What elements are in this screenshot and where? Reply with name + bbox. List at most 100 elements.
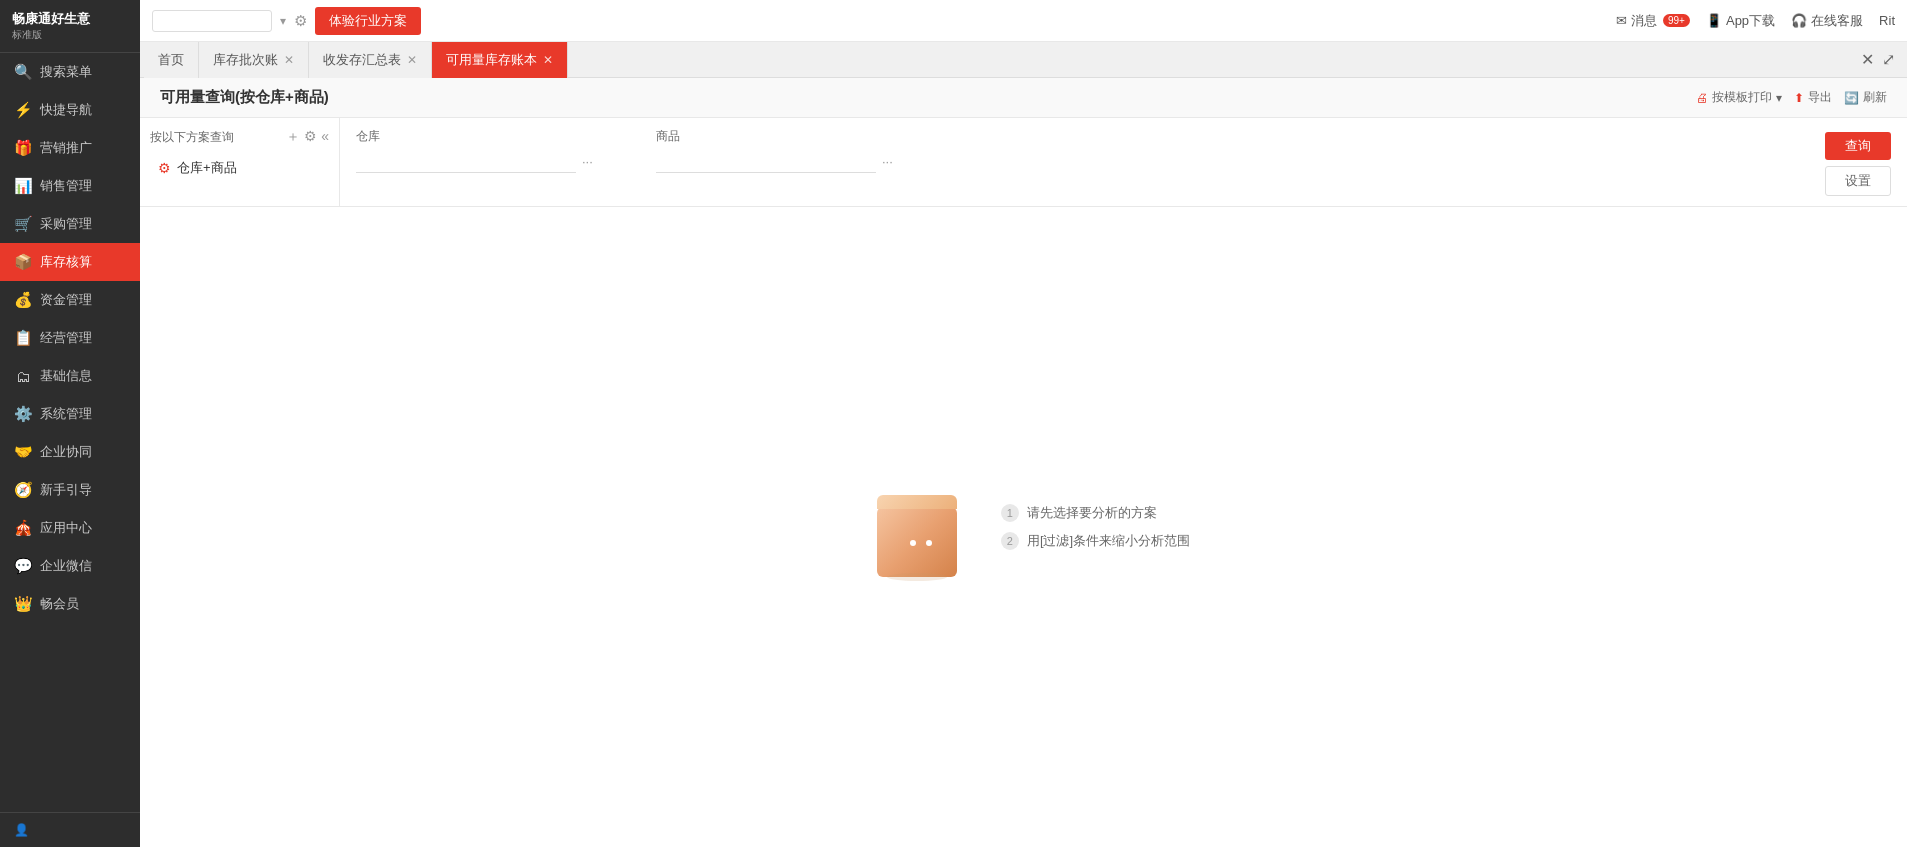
sidebar-logo: 畅康通好生意 标准版 — [0, 0, 140, 53]
tab-home[interactable]: 首页 — [144, 42, 199, 78]
query-scheme-title: 按以下方案查询 — [150, 129, 234, 146]
sidebar-item-app_center[interactable]: 🎪应用中心 — [0, 509, 140, 547]
tab-label-batch_account: 库存批次账 — [213, 51, 278, 69]
sidebar-enterprise-label: 企业协同 — [40, 443, 92, 461]
export-label: 导出 — [1808, 89, 1832, 106]
online-service-button[interactable]: 🎧 在线客服 — [1791, 12, 1863, 30]
sidebar-wechat_biz-icon: 💬 — [14, 557, 32, 575]
tabs-right-actions: ✕ ⤢ — [1861, 50, 1903, 69]
sidebar-inventory-icon: 📦 — [14, 253, 32, 271]
sidebar-item-wechat_biz[interactable]: 💬 企业微信 — [0, 547, 140, 585]
sidebar-app_center-label: 应用中心 — [40, 519, 92, 537]
goods-more-icon[interactable]: ··· — [882, 154, 893, 169]
page-title: 可用量查询(按仓库+商品) — [160, 88, 329, 107]
sidebar-sys_mgmt-label: 系统管理 — [40, 405, 92, 423]
add-scheme-icon[interactable]: ＋ — [286, 128, 300, 146]
print-button[interactable]: 🖨 按模板打印 ▾ — [1696, 89, 1782, 106]
refresh-button[interactable]: 🔄 刷新 — [1844, 89, 1887, 106]
tab-batch_account[interactable]: 库存批次账 ✕ — [199, 42, 309, 78]
goods-input-row: ··· — [656, 149, 936, 173]
sidebar-enterprise-icon: 🤝 — [14, 443, 32, 461]
settings-scheme-icon[interactable]: ⚙ — [304, 128, 317, 146]
sidebar-base_info-icon: 🗂 — [14, 368, 32, 385]
topbar-chevron-icon[interactable]: ▾ — [280, 14, 286, 28]
sidebar-marketing_promo-icon: 🎁 — [14, 139, 32, 157]
sidebar-item-shortcut[interactable]: ⚡快捷导航 — [0, 91, 140, 129]
collapse-scheme-icon[interactable]: « — [321, 128, 329, 146]
empty-hints: 1 请先选择要分析的方案 2 用[过滤]条件来缩小分析范围 — [1001, 504, 1190, 550]
maximize-button[interactable]: ⤢ — [1882, 50, 1895, 69]
industry-solution-button[interactable]: 体验行业方案 — [315, 7, 421, 35]
tab-close-collect_summary[interactable]: ✕ — [407, 53, 417, 67]
sidebar-item-vip[interactable]: 👑畅会员 — [0, 585, 140, 623]
tab-label-available_ledger: 可用量库存账本 — [446, 51, 537, 69]
topbar-gear-icon[interactable]: ⚙ — [294, 12, 307, 30]
sidebar-operations-label: 经营管理 — [40, 329, 92, 347]
goods-filter-field: 商品 ··· — [656, 128, 936, 173]
sidebar-shortcut-icon: ⚡ — [14, 101, 32, 119]
warehouse-more-icon[interactable]: ··· — [582, 154, 593, 169]
sidebar-vip-icon: 👑 — [14, 595, 32, 613]
sidebar-operations-icon: 📋 — [14, 329, 32, 347]
hint-text-1: 请先选择要分析的方案 — [1027, 504, 1157, 522]
print-chevron-icon: ▾ — [1776, 91, 1782, 105]
refresh-icon: 🔄 — [1844, 91, 1859, 105]
scheme-warehouse-goods[interactable]: ⚙ 仓库+商品 — [150, 154, 329, 182]
refresh-label: 刷新 — [1863, 89, 1887, 106]
topbar-search-input[interactable] — [152, 10, 272, 32]
hint-text-2: 用[过滤]条件来缩小分析范围 — [1027, 532, 1190, 550]
tab-close-available_ledger[interactable]: ✕ — [543, 53, 553, 67]
sidebar: 畅康通好生意 标准版 🔍 搜索菜单 ⚡快捷导航🎁营销推广 📊 销售管理 🛒采购管理📦库存核… — [0, 0, 140, 847]
headset-icon: 🎧 — [1791, 13, 1807, 28]
tab-available_ledger[interactable]: 可用量库存账本 ✕ — [432, 42, 568, 78]
left-eye — [910, 540, 916, 546]
sidebar-sales_mgmt-icon: 📊 — [14, 177, 32, 195]
sidebar-nav: 🔍 搜索菜单 ⚡快捷导航🎁营销推广 📊 销售管理 🛒采购管理📦库存核算💰资金管理 📋 经营管理… — [0, 53, 140, 812]
sidebar-purchase_mgmt-icon: 🛒 — [14, 215, 32, 233]
sidebar-bottom-user[interactable]: 👤 — [0, 812, 140, 847]
sidebar-item-inventory[interactable]: 📦库存核算 — [0, 243, 140, 281]
sidebar-item-new_guide[interactable]: 🧭新手引导 — [0, 471, 140, 509]
sidebar-search-label: 搜索菜单 — [40, 63, 92, 81]
scheme-label: 仓库+商品 — [177, 159, 237, 177]
sidebar-base_info-label: 基础信息 — [40, 367, 92, 385]
sidebar-item-finance[interactable]: 💰资金管理 — [0, 281, 140, 319]
warehouse-input[interactable] — [356, 149, 576, 173]
sidebar-item-sales_mgmt[interactable]: 📊 销售管理 — [0, 167, 140, 205]
print-icon: 🖨 — [1696, 91, 1708, 105]
scheme-gear-icon: ⚙ — [158, 160, 171, 176]
sidebar-sales_mgmt-label: 销售管理 — [40, 177, 92, 195]
message-button[interactable]: ✉ 消息 99+ — [1616, 12, 1690, 30]
topbar: ▾ ⚙ 体验行业方案 ✉ 消息 99+ 📱 App下载 🎧 在线客服 Rit — [140, 0, 1907, 42]
message-label: 消息 — [1631, 12, 1657, 30]
sidebar-item-marketing_promo[interactable]: 🎁营销推广 — [0, 129, 140, 167]
tab-close-batch_account[interactable]: ✕ — [284, 53, 294, 67]
query-filter-area: 仓库 ··· 商品 ··· 查询 设置 — [340, 118, 1907, 206]
sidebar-item-sys_mgmt[interactable]: ⚙️系统管理 — [0, 395, 140, 433]
query-button[interactable]: 查询 — [1825, 132, 1891, 160]
query-settings-button[interactable]: 设置 — [1825, 166, 1891, 196]
hint-num-2: 2 — [1001, 532, 1019, 550]
query-section: 按以下方案查询 ＋ ⚙ « ⚙ 仓库+商品 仓库 — [140, 118, 1907, 207]
sidebar-item-enterprise[interactable]: 🤝 企业协同 — [0, 433, 140, 471]
warehouse-filter-field: 仓库 ··· — [356, 128, 636, 173]
sidebar-item-search[interactable]: 🔍 搜索菜单 — [0, 53, 140, 91]
message-badge: 99+ — [1663, 14, 1690, 27]
query-buttons: 查询 设置 — [1825, 128, 1891, 196]
username-label[interactable]: Rit — [1879, 13, 1895, 28]
tab-label-home: 首页 — [158, 51, 184, 69]
close-tab-button[interactable]: ✕ — [1861, 50, 1874, 69]
export-button[interactable]: ⬆ 导出 — [1794, 89, 1832, 106]
app-download-button[interactable]: 📱 App下载 — [1706, 12, 1775, 30]
sidebar-finance-icon: 💰 — [14, 291, 32, 309]
sidebar-item-operations[interactable]: 📋 经营管理 — [0, 319, 140, 357]
sidebar-item-base_info[interactable]: 🗂 基础信息 — [0, 357, 140, 395]
sidebar-wechat_biz-label: 企业微信 — [40, 557, 92, 575]
tab-collect_summary[interactable]: 收发存汇总表 ✕ — [309, 42, 432, 78]
sidebar-item-purchase_mgmt[interactable]: 🛒采购管理 — [0, 205, 140, 243]
goods-input[interactable] — [656, 149, 876, 173]
goods-label: 商品 — [656, 128, 936, 145]
sidebar-search-icon: 🔍 — [14, 63, 32, 81]
tab-label-collect_summary: 收发存汇总表 — [323, 51, 401, 69]
empty-hint-2: 2 用[过滤]条件来缩小分析范围 — [1001, 532, 1190, 550]
